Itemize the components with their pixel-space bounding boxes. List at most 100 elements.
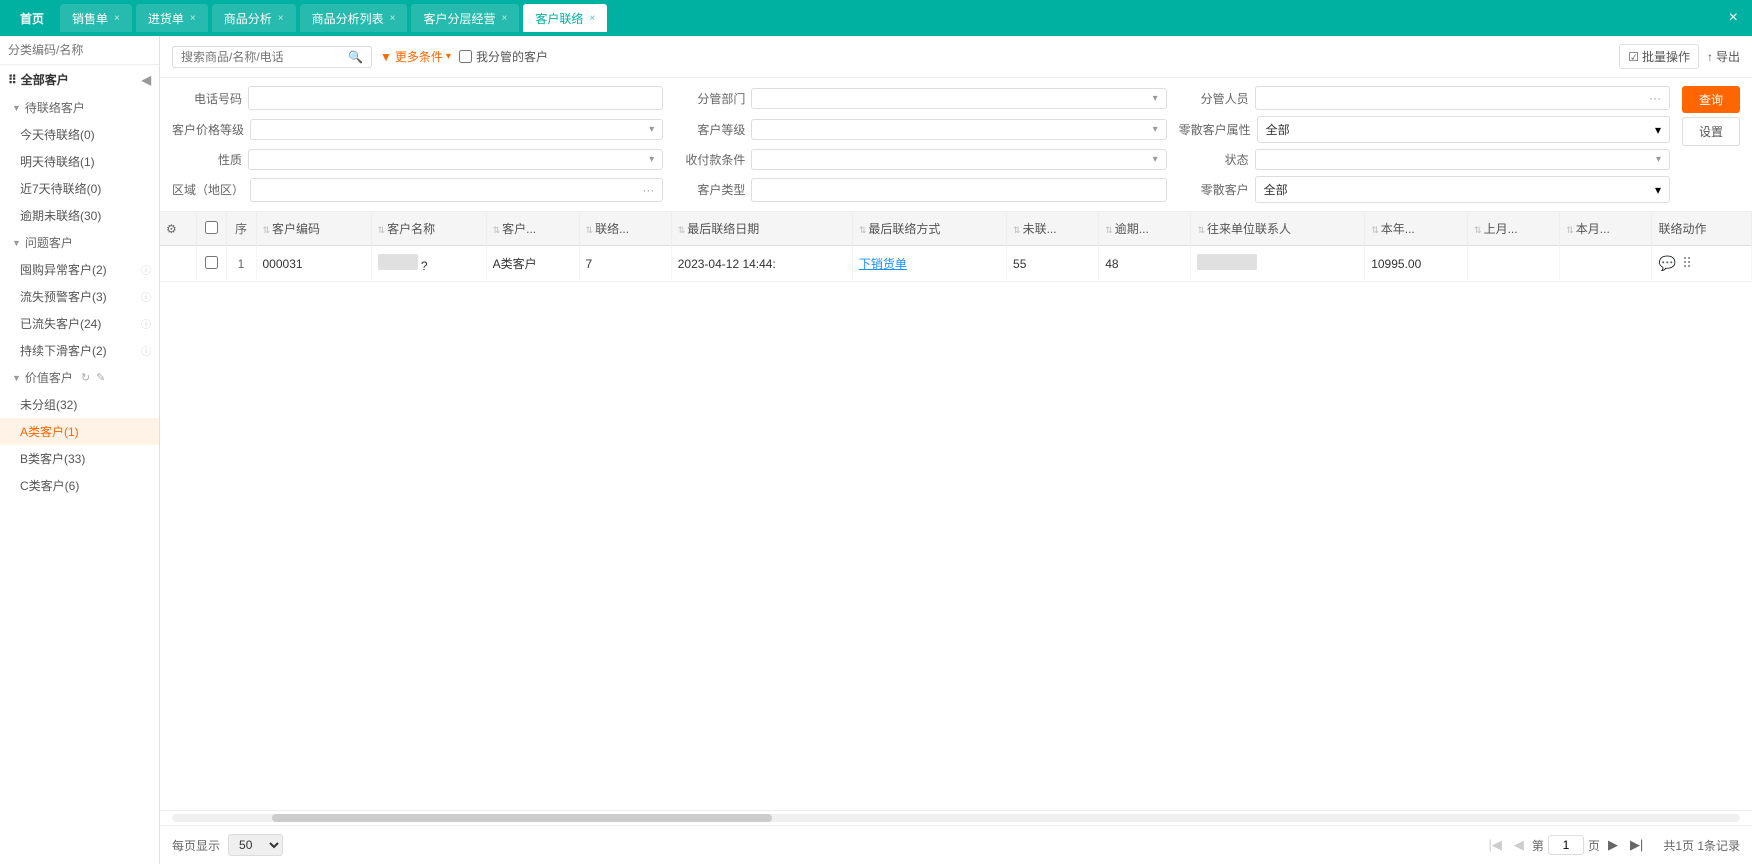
filter-nature-select[interactable]: ▾ <box>248 149 663 170</box>
nav-tab-goods-analysis-list[interactable]: 商品分析列表 × <box>300 4 408 32</box>
filter-retail-select[interactable]: 全部 ▾ <box>1255 176 1670 203</box>
settings-icon[interactable]: ⚙ <box>166 222 177 236</box>
sidebar-collapse-button[interactable]: ◀ <box>142 73 151 87</box>
scrollbar-thumb[interactable] <box>272 814 772 822</box>
sort-icon-date[interactable]: ⇅ <box>678 225 686 235</box>
sort-icon-contact[interactable]: ⇅ <box>586 225 594 235</box>
sidebar-item-tomorrow-label: 明天待联络(1) <box>20 153 95 170</box>
settings-button[interactable]: 设置 <box>1682 117 1740 146</box>
batch-operations-button[interactable]: ☑ 批量操作 <box>1619 44 1699 69</box>
more-filters-button[interactable]: ▼ 更多条件 ▾ <box>380 48 451 65</box>
sort-icon-name[interactable]: ⇅ <box>378 225 386 235</box>
nav-tab-customer-contact-close[interactable]: × <box>589 13 595 24</box>
sort-icon-type[interactable]: ⇅ <box>493 225 501 235</box>
sort-icon-method[interactable]: ⇅ <box>859 225 867 235</box>
problem-customers-group[interactable]: ▼ 问题客户 <box>0 229 159 256</box>
sort-icon-last-month[interactable]: ⇅ <box>1474 225 1482 235</box>
contact-method-link[interactable]: 下销货单 <box>859 257 907 271</box>
value-customers-group[interactable]: ▼ 价值客户 ↻ ✎ <box>0 364 159 391</box>
advanced-filters: 电话号码 分管部门 ▾ 分管人员 <box>160 78 1752 212</box>
sidebar-item-b-class[interactable]: B类客户(33) <box>0 445 159 472</box>
sidebar-item-a-class[interactable]: A类客户(1) <box>0 418 159 445</box>
page-label: 第 <box>1532 837 1544 854</box>
refresh-icon[interactable]: ↻ <box>81 371 90 384</box>
sidebar-item-ungroup[interactable]: 未分组(32) <box>0 391 159 418</box>
all-customers-header[interactable]: ⠿ 全部客户 ◀ <box>0 65 159 94</box>
filter-person-label: 分管人员 <box>1179 90 1249 107</box>
scrollbar-track <box>172 814 1740 822</box>
first-page-button[interactable]: |◀ <box>1485 835 1506 855</box>
col-last-contact-method: ⇅最后联络方式 <box>852 212 1006 246</box>
info-icon-3: ⓘ <box>141 316 151 331</box>
export-button[interactable]: ↑ 导出 <box>1707 48 1740 65</box>
filter-bar: 🔍 ▼ 更多条件 ▾ 我分管的客户 ☑ 批量操作 ↑ 导出 <box>160 36 1752 78</box>
sidebar-item-c-class[interactable]: C类客户(6) <box>0 472 159 499</box>
nav-tab-goods-analysis[interactable]: 商品分析 × <box>212 4 296 32</box>
query-button[interactable]: 查询 <box>1682 86 1740 113</box>
sidebar-search-input[interactable] <box>8 43 160 57</box>
filter-price-level-select[interactable]: ▾ <box>250 119 663 140</box>
sort-icon-company[interactable]: ⇅ <box>1197 225 1205 235</box>
filter-person-select[interactable]: ··· <box>1255 86 1670 110</box>
nav-tab-customer-layer-close[interactable]: × <box>501 13 507 24</box>
nav-tab-goods-analysis-list-close[interactable]: × <box>390 13 396 24</box>
sidebar-item-churned[interactable]: 已流失客户(24) ⓘ <box>0 310 159 337</box>
nav-tab-sales-close[interactable]: × <box>114 13 120 24</box>
sort-icon-overdue[interactable]: ⇅ <box>1105 225 1113 235</box>
filter-region: 区域（地区） ··· <box>172 178 663 202</box>
page-number-input[interactable] <box>1548 835 1584 855</box>
sort-icon-no-contact[interactable]: ⇅ <box>1013 225 1021 235</box>
nav-tab-sales[interactable]: 销售单 × <box>60 4 132 32</box>
filter-retail-attr: 零散客户属性 全部 ▾ <box>1179 116 1670 143</box>
sidebar-item-abnormal[interactable]: 囤购异常客户(2) ⓘ <box>0 256 159 283</box>
next-page-button[interactable]: ▶ <box>1604 835 1622 855</box>
nav-tab-purchase[interactable]: 进货单 × <box>136 4 208 32</box>
sidebar-item-7days[interactable]: 近7天待联络(0) <box>0 175 159 202</box>
search-icon[interactable]: 🔍 <box>348 50 363 64</box>
filter-region-select[interactable]: ··· <box>250 178 663 202</box>
filter-payment-select[interactable]: ▾ <box>751 149 1166 170</box>
horizontal-scrollbar[interactable] <box>160 810 1752 825</box>
export-label: 导出 <box>1716 48 1740 65</box>
nav-tab-home[interactable]: 首页 <box>8 4 56 32</box>
col-checkbox <box>196 212 226 246</box>
filter-status-select[interactable]: ▾ <box>1255 149 1670 170</box>
row-checkbox[interactable] <box>205 256 218 269</box>
sort-icon-code[interactable]: ⇅ <box>263 225 271 235</box>
pending-contact-group[interactable]: ▼ 待联络客户 <box>0 94 159 121</box>
chat-action-button[interactable]: 💬 <box>1658 255 1675 272</box>
sidebar-item-declining[interactable]: 持续下滑客户(2) ⓘ <box>0 337 159 364</box>
sidebar-item-churn-warning[interactable]: 流失预警客户(3) ⓘ <box>0 283 159 310</box>
table-header-row: ⚙ 序 ⇅客户编码 ⇅客户名称 ⇅客户... <box>160 212 1752 246</box>
nav-tab-purchase-close[interactable]: × <box>190 13 196 24</box>
prev-page-button[interactable]: ◀ <box>1510 835 1528 855</box>
nav-tab-customer-contact[interactable]: 客户联络 × <box>523 4 607 32</box>
edit-icon[interactable]: ✎ <box>96 371 105 384</box>
window-close-button[interactable]: × <box>1723 9 1744 27</box>
row-overdue-days: 48 <box>1099 246 1191 282</box>
sidebar-item-today[interactable]: 今天待联络(0) <box>0 121 159 148</box>
last-page-button[interactable]: ▶| <box>1626 835 1647 855</box>
sort-icon-year[interactable]: ⇅ <box>1371 225 1379 235</box>
select-all-checkbox[interactable] <box>205 221 218 234</box>
filter-customer-level-select[interactable]: ▾ <box>751 119 1166 140</box>
nav-tab-goods-analysis-close[interactable]: × <box>278 13 284 24</box>
row-last-month-amount <box>1468 246 1560 282</box>
filter-phone-input[interactable] <box>248 86 663 110</box>
nav-tab-customer-layer[interactable]: 客户分层经营 × <box>411 4 519 32</box>
filter-customer-type-input[interactable] <box>751 178 1166 202</box>
sidebar-item-overdue-label: 逾期未联络(30) <box>20 207 101 224</box>
qr-action-button[interactable]: ⠿ <box>1682 255 1692 272</box>
filter-dept: 分管部门 ▾ <box>675 88 1166 109</box>
chevron-down-icon-retail2: ▾ <box>1655 183 1661 197</box>
sort-icon-this-month[interactable]: ⇅ <box>1566 225 1574 235</box>
filter-retail-attr-select[interactable]: 全部 ▾ <box>1257 116 1670 143</box>
filter-dept-select[interactable]: ▾ <box>751 88 1166 109</box>
sidebar-item-overdue[interactable]: 逾期未联络(30) <box>0 202 159 229</box>
my-customers-checkbox-label[interactable]: 我分管的客户 <box>459 48 548 65</box>
search-input[interactable] <box>181 50 344 64</box>
chevron-down-icon-level: ▾ <box>1153 124 1158 135</box>
my-customers-checkbox[interactable] <box>459 50 472 63</box>
per-page-select[interactable]: 50 100 200 <box>228 834 283 856</box>
sidebar-item-tomorrow[interactable]: 明天待联络(1) <box>0 148 159 175</box>
